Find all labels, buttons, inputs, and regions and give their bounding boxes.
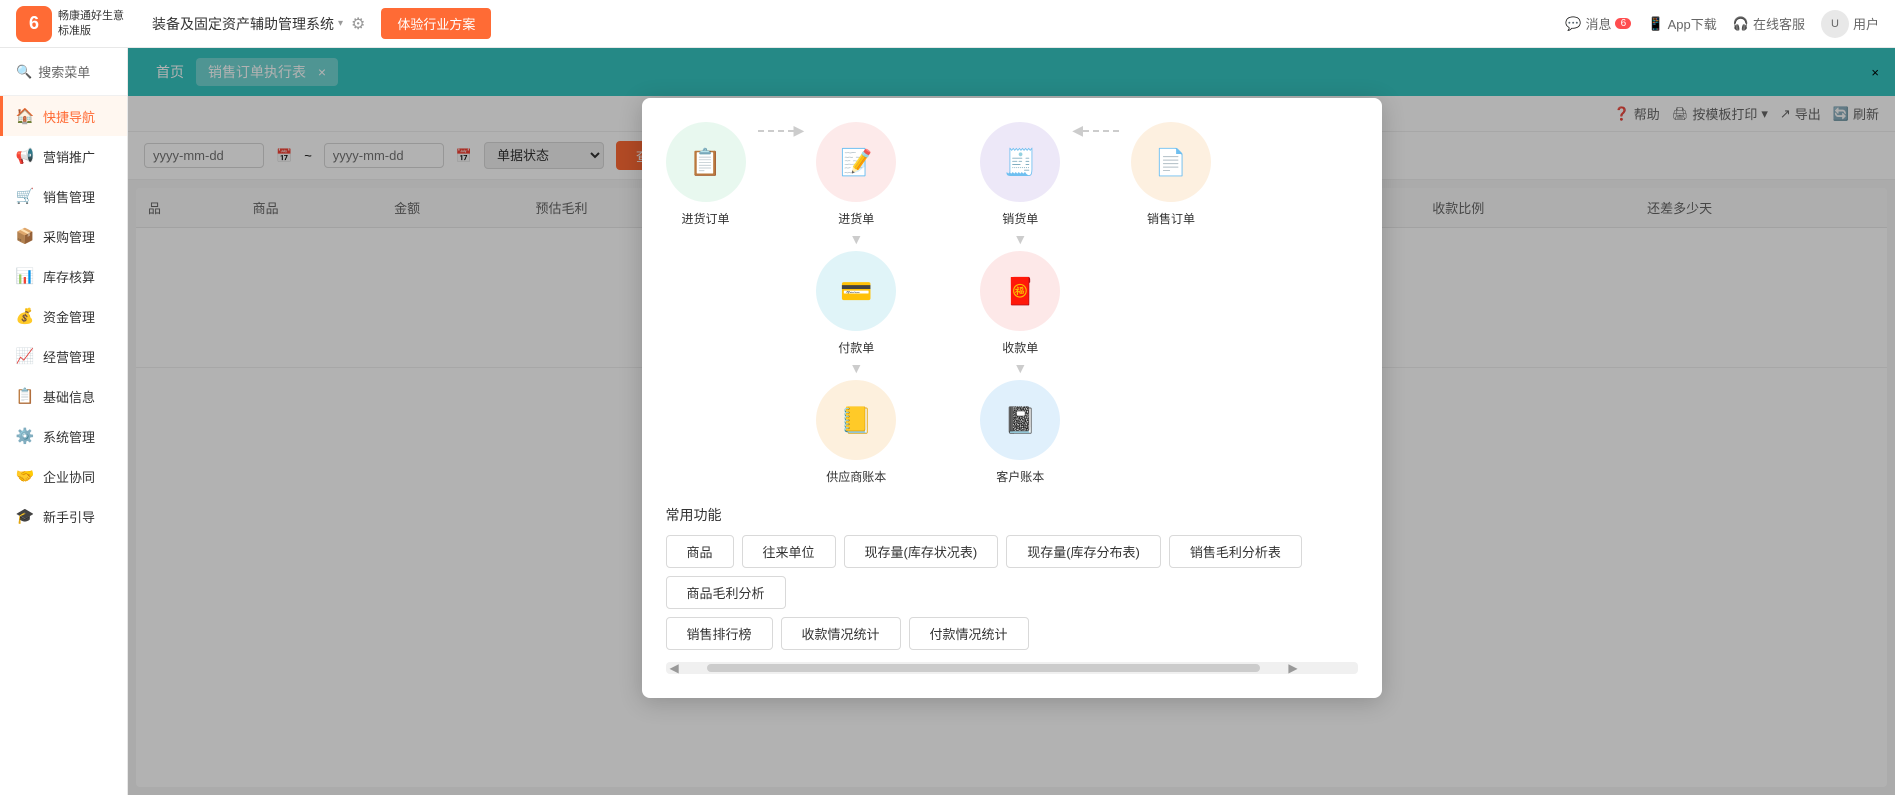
flow-col-payment: 💳 付款单 ▼ 📒 供应商账本 [816, 251, 896, 485]
app-download-icon: 📱 [1647, 16, 1663, 32]
avatar: U [1821, 10, 1849, 38]
marketing-icon: 📢 [15, 146, 35, 166]
logo-area: 6 畅康通好生意 标准版 [16, 6, 144, 42]
sidebar: 🔍 搜索菜单 🏠 快捷导航 📢 营销推广 🛒 销售管理 📦 采购管理 [0, 48, 128, 795]
home-icon: 🏠 [15, 106, 35, 126]
sidebar-search: 🔍 搜索菜单 [0, 48, 127, 96]
user-item[interactable]: U 用户 [1821, 10, 1879, 38]
online-service-item[interactable]: 🎧 在线客服 [1733, 14, 1805, 33]
sales-bill-node[interactable]: 🧾 [980, 122, 1060, 202]
nav-item-finance[interactable]: 💰 资金管理 [0, 296, 127, 336]
receipt-bill-node[interactable]: 🧧 [980, 251, 1060, 331]
content-area: 首页 销售订单执行表 × × ❓ 帮助 🖨 按模板打印 ▾ [128, 48, 1895, 795]
func-buttons-row1: 商品 往来单位 现存量(库存状况表) 现存量(库存分布表) 销售毛利分析表 商品… [666, 535, 1358, 609]
arrow-down-supplier: ▼ [849, 360, 863, 376]
func-btn-payment-stats[interactable]: 付款情况统计 [909, 617, 1029, 650]
nav-item-quick-nav[interactable]: 🏠 快捷导航 [0, 96, 127, 136]
func-btn-inventory-dist[interactable]: 现存量(库存分布表) [1006, 535, 1161, 568]
arrow-sales-order-to-bill: ◀ [1072, 122, 1119, 159]
nav-item-inventory[interactable]: 📊 库存核算 [0, 256, 127, 296]
sales-icon: 🛒 [15, 186, 35, 206]
top-right: 💬 消息 6 📱 App下载 🎧 在线客服 U 用户 [1565, 10, 1879, 38]
app-container: 6 畅康通好生意 标准版 装备及固定资产辅助管理系统 ▾ ⚙ 体验行业方案 💬 … [0, 0, 1895, 795]
logo-icon: 6 [16, 6, 52, 42]
quick-nav-modal: 📋 进货订单 ▶ 📝 进货单 ▼ [642, 98, 1382, 698]
logo-text: 畅康通好生意 标准版 [58, 9, 124, 38]
flow-col-purchase-order: 📋 进货订单 [666, 122, 746, 227]
arrow-down-payment: ▼ [849, 231, 863, 247]
func-buttons-row2: 销售排行榜 收款情况统计 付款情况统计 [666, 617, 1358, 650]
basic-info-icon: 📋 [15, 386, 35, 406]
nav-item-basic-info[interactable]: 📋 基础信息 [0, 376, 127, 416]
purchase-icon: 📦 [15, 226, 35, 246]
trial-button[interactable]: 体验行业方案 [381, 8, 491, 39]
nav-item-enterprise[interactable]: 🤝 企业协同 [0, 456, 127, 496]
flow-col-sales-order: 📄 销售订单 [1131, 122, 1211, 227]
func-btn-product-gross[interactable]: 商品毛利分析 [666, 576, 786, 609]
message-icon: 💬 [1565, 16, 1581, 32]
search-icon: 🔍 [16, 64, 32, 80]
arrow-purchase-order-to-bill: ▶ [758, 122, 805, 159]
flow-col-supplier: 📒 供应商账本 [816, 380, 896, 485]
flow-col-sales-bill: 🧾 销货单 ▼ 🧧 收款单 ▼ 📓 [980, 122, 1060, 485]
purchase-bill-node[interactable]: 📝 [816, 122, 896, 202]
arrow-down-customer: ▼ [1013, 360, 1027, 376]
nav-item-sales[interactable]: 🛒 销售管理 [0, 176, 127, 216]
message-item[interactable]: 💬 消息 6 [1565, 14, 1631, 33]
func-btn-receipt-stats[interactable]: 收款情况统计 [781, 617, 901, 650]
flow-col-customer: 📓 客户账本 [980, 380, 1060, 485]
scroll-right-arrow[interactable]: ▶ [1284, 662, 1301, 674]
search-menu-button[interactable]: 🔍 搜索菜单 [8, 58, 119, 85]
enterprise-icon: 🤝 [15, 466, 35, 486]
beginner-icon: 🎓 [15, 506, 35, 526]
headset-icon: 🎧 [1733, 16, 1749, 32]
payment-bill-node[interactable]: 💳 [816, 251, 896, 331]
func-btn-sales-rank[interactable]: 销售排行榜 [666, 617, 773, 650]
purchase-order-node[interactable]: 📋 [666, 122, 746, 202]
system-icon: ⚙️ [15, 426, 35, 446]
main-area: 🔍 搜索菜单 🏠 快捷导航 📢 营销推广 🛒 销售管理 📦 采购管理 [0, 48, 1895, 795]
func-btn-inventory-status[interactable]: 现存量(库存状况表) [844, 535, 999, 568]
nav-item-system[interactable]: ⚙️ 系统管理 [0, 416, 127, 456]
nav-item-purchase[interactable]: 📦 采购管理 [0, 216, 127, 256]
arrow-down-receipt: ▼ [1013, 231, 1027, 247]
settings-icon[interactable]: ⚙ [351, 14, 365, 34]
top-bar: 6 畅康通好生意 标准版 装备及固定资产辅助管理系统 ▾ ⚙ 体验行业方案 💬 … [0, 0, 1895, 48]
func-btn-sales-gross[interactable]: 销售毛利分析表 [1169, 535, 1302, 568]
func-btn-product[interactable]: 商品 [666, 535, 734, 568]
scrollbar-thumb[interactable] [707, 664, 1261, 672]
system-dropdown-icon[interactable]: ▾ [338, 18, 343, 29]
supplier-ledger-node[interactable]: 📒 [816, 380, 896, 460]
sales-order-node[interactable]: 📄 [1131, 122, 1211, 202]
nav-item-beginner[interactable]: 🎓 新手引导 [0, 496, 127, 536]
common-func-section: 常用功能 商品 往来单位 现存量(库存状况表) 现存量(库存分布表) 销售毛利分… [666, 505, 1358, 650]
scroll-left-arrow[interactable]: ◀ [666, 662, 683, 674]
customer-ledger-node[interactable]: 📓 [980, 380, 1060, 460]
flow-col-purchase-bill: 📝 进货单 ▼ 💳 付款单 ▼ 📒 [816, 122, 896, 485]
system-title: 装备及固定资产辅助管理系统 ▾ [152, 14, 343, 34]
modal-scrollbar: ◀ ▶ [666, 662, 1358, 674]
nav-item-marketing[interactable]: 📢 营销推广 [0, 136, 127, 176]
func-btn-trading-unit[interactable]: 往来单位 [742, 535, 836, 568]
inventory-icon: 📊 [15, 266, 35, 286]
finance-icon: 💰 [15, 306, 35, 326]
flow-col-receipt: 🧧 收款单 ▼ 📓 客户账本 [980, 251, 1060, 485]
message-badge: 6 [1615, 18, 1631, 29]
nav-item-operations[interactable]: 📈 经营管理 [0, 336, 127, 376]
app-download-item[interactable]: 📱 App下载 [1647, 14, 1716, 33]
operations-icon: 📈 [15, 346, 35, 366]
